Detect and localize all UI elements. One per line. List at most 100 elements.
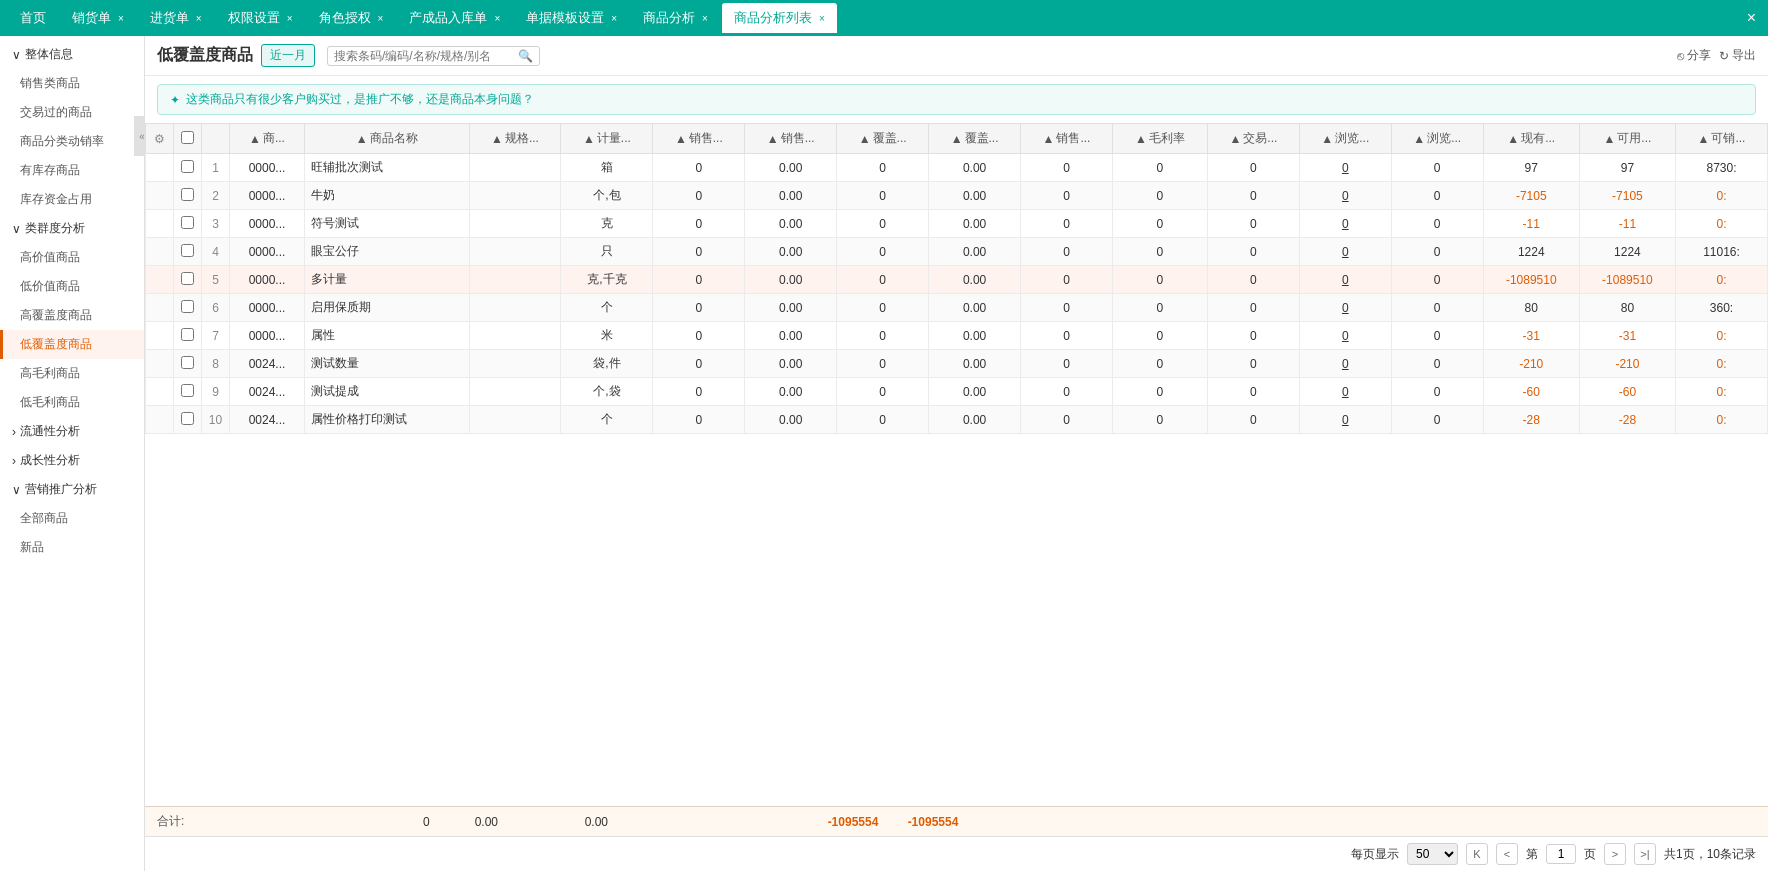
col-cover2[interactable]: ▲覆盖... [929, 124, 1021, 154]
nav-template-close[interactable]: × [611, 13, 617, 24]
col-code[interactable]: ▲商... [230, 124, 305, 154]
row-checkbox-cell[interactable] [174, 322, 202, 350]
close-all-button[interactable]: × [1747, 9, 1756, 27]
period-button[interactable]: 近一月 [261, 44, 315, 67]
col-trade[interactable]: ▲交易... [1207, 124, 1299, 154]
nav-finished-close[interactable]: × [494, 13, 500, 24]
row-checkbox[interactable] [181, 384, 194, 397]
nav-home[interactable]: 首页 [8, 3, 58, 33]
col-sales-qty[interactable]: ▲销售... [653, 124, 745, 154]
search-icon[interactable]: 🔍 [518, 49, 533, 63]
sidebar-collapse-button[interactable]: « [134, 116, 145, 156]
nav-analysis-list[interactable]: 商品分析列表 × [722, 3, 837, 33]
sidebar-section-overall[interactable]: ∨ 整体信息 [0, 40, 144, 69]
row-browse1[interactable]: 0 [1299, 378, 1391, 406]
table-wrapper[interactable]: ⚙ ▲商... ▲商品名称 ▲规格... ▲计量... ▲销售... ▲销售..… [145, 123, 1768, 806]
row-checkbox[interactable] [181, 272, 194, 285]
row-checkbox[interactable] [181, 328, 194, 341]
col-spec[interactable]: ▲规格... [469, 124, 561, 154]
row-browse1[interactable]: 0 [1299, 238, 1391, 266]
row-browse1[interactable]: 0 [1299, 154, 1391, 182]
sidebar-item-low-value[interactable]: 低价值商品 [0, 272, 144, 301]
nav-analysis-close[interactable]: × [702, 13, 708, 24]
export-button[interactable]: ↻ 导出 [1719, 47, 1756, 64]
row-checkbox-cell[interactable] [174, 238, 202, 266]
nav-purchase[interactable]: 进货单 × [138, 3, 214, 33]
sidebar-item-high-margin[interactable]: 高毛利商品 [0, 359, 144, 388]
row-checkbox[interactable] [181, 160, 194, 173]
nav-sales-close[interactable]: × [118, 13, 124, 24]
row-checkbox-cell[interactable] [174, 406, 202, 434]
row-browse1[interactable]: 0 [1299, 210, 1391, 238]
prev-page-button[interactable]: < [1496, 843, 1518, 865]
col-unit[interactable]: ▲计量... [561, 124, 653, 154]
col-sellable[interactable]: ▲可销... [1676, 124, 1768, 154]
col-sales2[interactable]: ▲销售... [1021, 124, 1113, 154]
row-checkbox-cell[interactable] [174, 378, 202, 406]
row-checkbox-cell[interactable] [174, 266, 202, 294]
per-page-select[interactable]: 50 100 200 [1407, 843, 1458, 865]
share-button[interactable]: ⎋ 分享 [1677, 47, 1711, 64]
row-checkbox[interactable] [181, 300, 194, 313]
row-checkbox[interactable] [181, 216, 194, 229]
row-checkbox[interactable] [181, 356, 194, 369]
sidebar-item-all-goods[interactable]: 全部商品 [0, 504, 144, 533]
col-checkbox-all[interactable] [174, 124, 202, 154]
col-gross[interactable]: ▲毛利率 [1112, 124, 1207, 154]
col-available[interactable]: ▲可用... [1579, 124, 1675, 154]
sidebar-item-high-value[interactable]: 高价值商品 [0, 243, 144, 272]
row-checkbox[interactable] [181, 412, 194, 425]
col-name[interactable]: ▲商品名称 [305, 124, 470, 154]
row-checkbox-cell[interactable] [174, 210, 202, 238]
col-browse2[interactable]: ▲浏览... [1391, 124, 1483, 154]
nav-role-close[interactable]: × [378, 13, 384, 24]
page-input[interactable] [1546, 844, 1576, 864]
first-page-button[interactable]: K [1466, 843, 1488, 865]
row-browse1[interactable]: 0 [1299, 350, 1391, 378]
sidebar-item-high-coverage[interactable]: 高覆盖度商品 [0, 301, 144, 330]
sidebar-section-circulation[interactable]: › 流通性分析 [0, 417, 144, 446]
row-browse1[interactable]: 0 [1299, 266, 1391, 294]
row-checkbox[interactable] [181, 244, 194, 257]
row-checkbox-cell[interactable] [174, 154, 202, 182]
sidebar-item-traded-goods[interactable]: 交易过的商品 [0, 98, 144, 127]
row-browse1[interactable]: 0 [1299, 322, 1391, 350]
col-sales-amt[interactable]: ▲销售... [745, 124, 837, 154]
nav-role[interactable]: 角色授权 × [307, 3, 396, 33]
select-all-checkbox[interactable] [181, 131, 194, 144]
next-page-button[interactable]: > [1604, 843, 1626, 865]
nav-analysis-list-close[interactable]: × [819, 13, 825, 24]
sidebar-item-low-margin[interactable]: 低毛利商品 [0, 388, 144, 417]
row-browse1[interactable]: 0 [1299, 182, 1391, 210]
sidebar-item-sales-goods[interactable]: 销售类商品 [0, 69, 144, 98]
row-checkbox-cell[interactable] [174, 294, 202, 322]
sidebar-section-marketing[interactable]: ∨ 营销推广分析 [0, 475, 144, 504]
nav-sales[interactable]: 销货单 × [60, 3, 136, 33]
sidebar-item-stock-goods[interactable]: 有库存商品 [0, 156, 144, 185]
row-current: -7105 [1483, 182, 1579, 210]
nav-permission-close[interactable]: × [287, 13, 293, 24]
row-browse1[interactable]: 0 [1299, 294, 1391, 322]
last-page-button[interactable]: >| [1634, 843, 1656, 865]
row-available: -11 [1579, 210, 1675, 238]
row-checkbox-cell[interactable] [174, 182, 202, 210]
nav-template[interactable]: 单据模板设置 × [514, 3, 629, 33]
nav-permission[interactable]: 权限设置 × [216, 3, 305, 33]
row-browse1[interactable]: 0 [1299, 406, 1391, 434]
nav-finished[interactable]: 产成品入库单 × [397, 3, 512, 33]
nav-analysis[interactable]: 商品分析 × [631, 3, 720, 33]
sidebar-section-growth[interactable]: › 成长性分析 [0, 446, 144, 475]
sidebar-section-cluster[interactable]: ∨ 类群度分析 [0, 214, 144, 243]
sidebar-item-category-rate[interactable]: 商品分类动销率 [0, 127, 144, 156]
sidebar-item-capital[interactable]: 库存资金占用 [0, 185, 144, 214]
search-input[interactable] [334, 49, 514, 63]
col-cover1[interactable]: ▲覆盖... [837, 124, 929, 154]
nav-purchase-close[interactable]: × [196, 13, 202, 24]
sidebar-item-low-coverage[interactable]: 低覆盖度商品 [0, 330, 144, 359]
sidebar-item-new-goods[interactable]: 新品 [0, 533, 144, 562]
row-checkbox[interactable] [181, 188, 194, 201]
row-checkbox-cell[interactable] [174, 350, 202, 378]
col-settings[interactable]: ⚙ [146, 124, 174, 154]
col-browse1[interactable]: ▲浏览... [1299, 124, 1391, 154]
col-current[interactable]: ▲现有... [1483, 124, 1579, 154]
